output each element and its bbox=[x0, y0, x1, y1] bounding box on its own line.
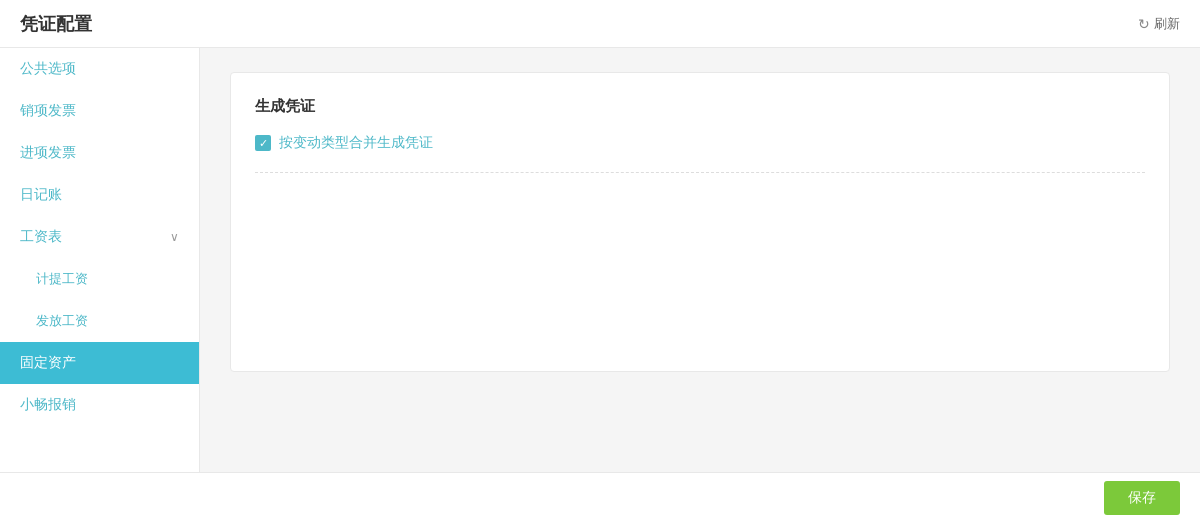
sidebar-item-label: 工资表 bbox=[20, 228, 62, 246]
page-header: 凭证配置 ↻ 刷新 bbox=[0, 0, 1200, 48]
sidebar-item-label: 日记账 bbox=[20, 186, 62, 204]
section-title: 生成凭证 bbox=[255, 97, 1145, 116]
merge-checkbox[interactable]: ✓ bbox=[255, 135, 271, 151]
sidebar-item-fixed-assets[interactable]: 固定资产 bbox=[0, 342, 199, 384]
page-footer: 保存 bbox=[0, 472, 1200, 522]
sidebar-item-expense-claim[interactable]: 小畅报销 bbox=[0, 384, 199, 426]
content-card: 生成凭证 ✓ 按变动类型合并生成凭证 bbox=[230, 72, 1170, 372]
sidebar-item-commission[interactable]: 计提工资 bbox=[0, 258, 199, 300]
sidebar-item-label: 销项发票 bbox=[20, 102, 76, 120]
checkbox-row: ✓ 按变动类型合并生成凭证 bbox=[255, 134, 1145, 152]
refresh-label: 刷新 bbox=[1154, 15, 1180, 33]
section-divider bbox=[255, 172, 1145, 173]
sidebar-item-purchase-invoice[interactable]: 进项发票 bbox=[0, 132, 199, 174]
save-button[interactable]: 保存 bbox=[1104, 481, 1180, 515]
sidebar-item-label: 计提工资 bbox=[36, 270, 88, 288]
sidebar-item-label: 公共选项 bbox=[20, 60, 76, 78]
sidebar-item-label: 进项发票 bbox=[20, 144, 76, 162]
sidebar-item-distribute[interactable]: 发放工资 bbox=[0, 300, 199, 342]
checkbox-label[interactable]: 按变动类型合并生成凭证 bbox=[279, 134, 433, 152]
sidebar-item-label: 固定资产 bbox=[20, 354, 76, 372]
chevron-down-icon: ∨ bbox=[170, 230, 179, 244]
sidebar-item-label: 发放工资 bbox=[36, 312, 88, 330]
sidebar-item-journal[interactable]: 日记账 bbox=[0, 174, 199, 216]
content-area: 生成凭证 ✓ 按变动类型合并生成凭证 bbox=[200, 48, 1200, 472]
sidebar-item-sales-invoice[interactable]: 销项发票 bbox=[0, 90, 199, 132]
sidebar-item-payroll-table[interactable]: 工资表 ∨ bbox=[0, 216, 199, 258]
check-mark-icon: ✓ bbox=[259, 138, 268, 149]
sidebar: 公共选项销项发票进项发票日记账工资表 ∨ 计提工资发放工资固定资产小畅报销 bbox=[0, 48, 200, 472]
refresh-icon: ↻ bbox=[1138, 16, 1150, 32]
page-title: 凭证配置 bbox=[20, 12, 92, 36]
sidebar-item-public-options[interactable]: 公共选项 bbox=[0, 48, 199, 90]
refresh-button[interactable]: ↻ 刷新 bbox=[1138, 15, 1180, 33]
main-container: 公共选项销项发票进项发票日记账工资表 ∨ 计提工资发放工资固定资产小畅报销 生成凭证… bbox=[0, 48, 1200, 472]
sidebar-item-label: 小畅报销 bbox=[20, 396, 76, 414]
